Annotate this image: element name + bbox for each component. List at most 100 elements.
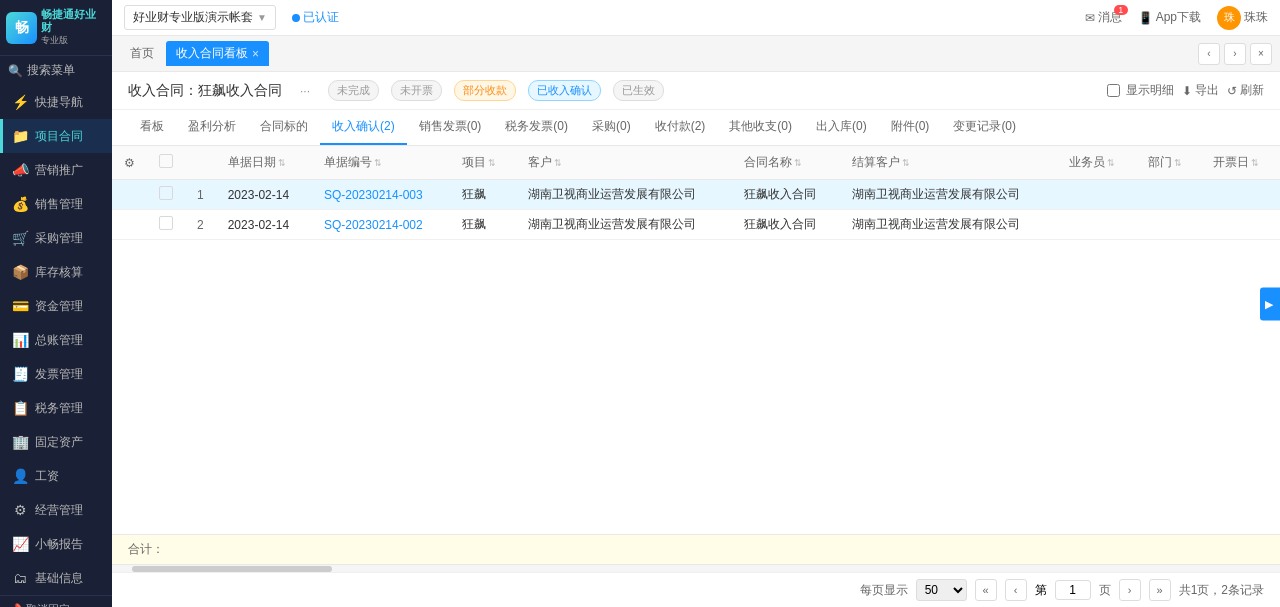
horizontal-scrollbar[interactable] <box>112 564 1280 572</box>
column-checkbox[interactable] <box>147 146 185 180</box>
tab-other-receipt[interactable]: 其他收支(0) <box>717 110 804 145</box>
sidebar-item-label: 营销推广 <box>35 162 83 179</box>
right-float-button[interactable]: ▶ <box>1260 287 1280 320</box>
status-effective[interactable]: 已生效 <box>613 80 664 101</box>
row-date: 2023-02-14 <box>216 210 312 240</box>
data-table: ⚙ 单据日期⇅ 单据编号⇅ 项目⇅ 客户⇅ 合同名称⇅ 结算客户⇅ 业务员⇅ 部… <box>112 146 1280 240</box>
tab-change-log[interactable]: 变更记录(0) <box>941 110 1028 145</box>
sidebar-item-fund[interactable]: 💳 资金管理 <box>0 289 112 323</box>
bill-no-link[interactable]: SQ-20230214-002 <box>324 218 423 232</box>
row-bill-no[interactable]: SQ-20230214-003 <box>312 180 450 210</box>
tab-prev-button[interactable]: ‹ <box>1198 43 1220 65</box>
column-date[interactable]: 单据日期⇅ <box>216 146 312 180</box>
tab-next-button[interactable]: › <box>1224 43 1246 65</box>
sidebar-item-hr[interactable]: 👤 工资 <box>0 459 112 493</box>
tab-close-button[interactable]: × <box>1250 43 1272 65</box>
sidebar-item-tax[interactable]: 📋 税务管理 <box>0 391 112 425</box>
bill-no-link[interactable]: SQ-20230214-003 <box>324 188 423 202</box>
status-confirmed[interactable]: 已收入确认 <box>528 80 601 101</box>
page-number-input[interactable] <box>1055 580 1091 600</box>
app-download-button[interactable]: 📱 App下载 <box>1138 9 1201 26</box>
tab-attachment[interactable]: 附件(0) <box>879 110 942 145</box>
message-button[interactable]: ✉ 1 消息 <box>1085 9 1122 26</box>
sub-tabs: 看板 盈利分析 合同标的 收入确认(2) 销售发票(0) 税务发票(0) 采购(… <box>112 110 1280 146</box>
logo-icon: 畅 <box>6 12 37 44</box>
tab-payment[interactable]: 收付款(2) <box>643 110 718 145</box>
tab-navigation: ‹ › × <box>1198 43 1272 65</box>
tab-contractstd[interactable]: 合同标的 <box>248 110 320 145</box>
last-page-button[interactable]: » <box>1149 579 1171 601</box>
sidebar-item-general[interactable]: 📊 总账管理 <box>0 323 112 357</box>
sidebar-item-quicknav[interactable]: ⚡ 快捷导航 <box>0 85 112 119</box>
sidebar: 畅 畅捷通好业财 专业版 🔍 搜索菜单 ⚡ 快捷导航 📁 项目合同 📣 营销推广… <box>0 0 112 607</box>
column-dept[interactable]: 部门⇅ <box>1136 146 1201 180</box>
column-salesperson[interactable]: 业务员⇅ <box>1057 146 1136 180</box>
row-checkbox[interactable] <box>147 180 185 210</box>
table-row[interactable]: 1 2023-02-14 SQ-20230214-003 狂飙 湖南卫视商业运营… <box>112 180 1280 210</box>
cert-label: 已认证 <box>303 9 339 26</box>
tab-purchase[interactable]: 采购(0) <box>580 110 643 145</box>
general-icon: 📊 <box>11 331 29 349</box>
sidebar-item-search[interactable]: 🔍 搜索菜单 <box>0 56 112 85</box>
show-detail-checkbox[interactable] <box>1107 84 1120 97</box>
refresh-button[interactable]: ↺ 刷新 <box>1227 82 1264 99</box>
column-customer[interactable]: 客户⇅ <box>516 146 732 180</box>
per-page-select[interactable]: 20 50 100 <box>916 579 967 601</box>
sidebar-unpin-button[interactable]: 📌 取消固定 <box>0 595 112 607</box>
sidebar-item-inventory[interactable]: 📦 库存核算 <box>0 255 112 289</box>
first-page-button[interactable]: « <box>975 579 997 601</box>
row-select-checkbox[interactable] <box>159 186 173 200</box>
prev-page-button[interactable]: ‹ <box>1005 579 1027 601</box>
export-button[interactable]: ⬇ 导出 <box>1182 82 1219 99</box>
show-detail-toggle[interactable]: 显示明细 <box>1107 82 1174 99</box>
company-selector[interactable]: 好业财专业版演示帐套 ▼ <box>124 5 276 30</box>
sidebar-item-invoice[interactable]: 🧾 发票管理 <box>0 357 112 391</box>
row-bill-no[interactable]: SQ-20230214-002 <box>312 210 450 240</box>
more-button[interactable]: ··· <box>294 82 316 100</box>
quicknav-icon: ⚡ <box>11 93 29 111</box>
tab-profit[interactable]: 盈利分析 <box>176 110 248 145</box>
column-end-customer[interactable]: 结算客户⇅ <box>840 146 1056 180</box>
next-page-button[interactable]: › <box>1119 579 1141 601</box>
status-noinvoice[interactable]: 未开票 <box>391 80 442 101</box>
refresh-icon: ↺ <box>1227 84 1237 98</box>
column-contract-name[interactable]: 合同名称⇅ <box>732 146 840 180</box>
sidebar-item-fixed-asset[interactable]: 🏢 固定资产 <box>0 425 112 459</box>
user-initial: 珠 <box>1224 10 1235 25</box>
status-incomplete[interactable]: 未完成 <box>328 80 379 101</box>
search-icon: 🔍 <box>8 64 23 78</box>
select-all-checkbox[interactable] <box>159 154 173 168</box>
sidebar-item-project[interactable]: 📁 项目合同 <box>0 119 112 153</box>
tab-sales-invoice[interactable]: 销售发票(0) <box>407 110 494 145</box>
sidebar-item-purchase[interactable]: 🛒 采购管理 <box>0 221 112 255</box>
sidebar-item-marketing[interactable]: 📣 营销推广 <box>0 153 112 187</box>
sidebar-item-label: 采购管理 <box>35 230 83 247</box>
marketing-icon: 📣 <box>11 161 29 179</box>
row-select-checkbox[interactable] <box>159 216 173 230</box>
tab-home[interactable]: 首页 <box>120 41 164 66</box>
message-icon: ✉ <box>1085 11 1095 25</box>
column-project[interactable]: 项目⇅ <box>450 146 515 180</box>
tab-close-icon[interactable]: × <box>252 47 259 61</box>
tab-warehouse[interactable]: 出入库(0) <box>804 110 879 145</box>
column-bill-date2[interactable]: 开票日⇅ <box>1201 146 1280 180</box>
tab-tax-invoice[interactable]: 税务发票(0) <box>493 110 580 145</box>
unpin-label: 取消固定 <box>26 602 70 607</box>
sort-icon: ⇅ <box>374 158 382 168</box>
column-settings[interactable]: ⚙ <box>112 146 147 180</box>
tab-kanban[interactable]: 看板 <box>128 110 176 145</box>
sidebar-item-ops[interactable]: ⚙ 经营管理 <box>0 493 112 527</box>
table-header-row: ⚙ 单据日期⇅ 单据编号⇅ 项目⇅ 客户⇅ 合同名称⇅ 结算客户⇅ 业务员⇅ 部… <box>112 146 1280 180</box>
sidebar-item-report[interactable]: 📈 小畅报告 <box>0 527 112 561</box>
sidebar-item-base[interactable]: 🗂 基础信息 <box>0 561 112 595</box>
scrollbar-thumb[interactable] <box>132 566 332 572</box>
tab-income-contract[interactable]: 收入合同看板 × <box>166 41 269 66</box>
column-bill-no[interactable]: 单据编号⇅ <box>312 146 450 180</box>
table-row[interactable]: 2 2023-02-14 SQ-20230214-002 狂飙 湖南卫视商业运营… <box>112 210 1280 240</box>
tab-income-confirm[interactable]: 收入确认(2) <box>320 110 407 145</box>
user-profile[interactable]: 珠 珠珠 <box>1217 6 1268 30</box>
row-contract-name: 狂飙收入合同 <box>732 210 840 240</box>
row-checkbox[interactable] <box>147 210 185 240</box>
sidebar-item-sales[interactable]: 💰 销售管理 <box>0 187 112 221</box>
status-partial[interactable]: 部分收款 <box>454 80 516 101</box>
